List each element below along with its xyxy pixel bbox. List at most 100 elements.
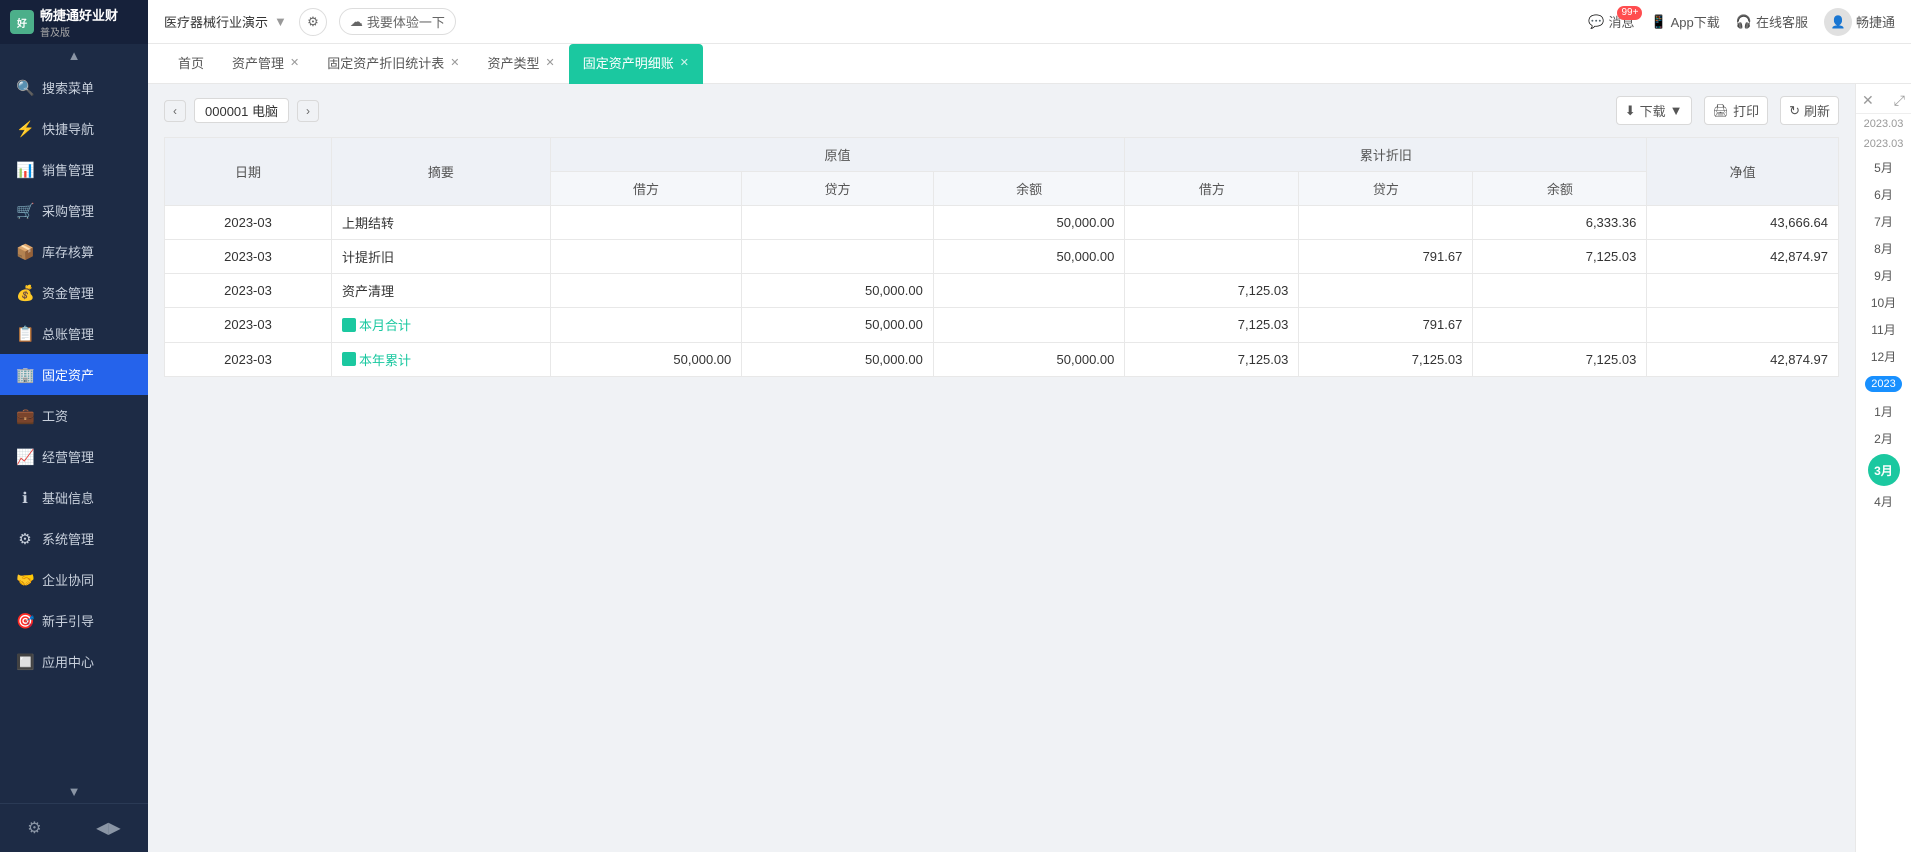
- timeline-early-months: 5月6月7月8月9月10月11月12月: [1856, 154, 1911, 370]
- experience-btn[interactable]: ☁ 我要体验一下: [339, 8, 456, 35]
- sidebar-item-collab[interactable]: 🤝 企业协同: [0, 559, 148, 600]
- sidebar-item-payroll[interactable]: 💼 工资: [0, 395, 148, 436]
- experience-label: 我要体验一下: [367, 12, 445, 31]
- sidebar-item-label: 系统管理: [42, 529, 94, 548]
- tab-asset-type-label: 资产类型: [487, 53, 539, 72]
- topbar-right: 💬 消息 99+ 📱 App下载 🎧 在线客服 👤 畅捷通: [1588, 8, 1895, 36]
- timeline-month[interactable]: 9月: [1856, 262, 1911, 289]
- tab-close-icon[interactable]: ✕: [290, 56, 299, 69]
- table-row: 2023-03 本月合计 50,000.00 7,125.03 791.67: [165, 308, 1839, 343]
- operations-icon: 📈: [16, 448, 34, 466]
- refresh-label: 刷新: [1804, 101, 1830, 120]
- tab-depreciation-stat[interactable]: 固定资产折旧统计表 ✕: [313, 44, 473, 84]
- sidebar-item-operations[interactable]: 📈 经营管理: [0, 436, 148, 477]
- sidebar-footer: ⚙ ◀▶: [0, 803, 148, 852]
- cell-net-value: [1647, 308, 1839, 343]
- app-download-btn[interactable]: 📱 App下载: [1650, 12, 1719, 31]
- timeline-month[interactable]: 2月: [1856, 425, 1911, 452]
- sidebar-item-sales[interactable]: 📊 销售管理: [0, 149, 148, 190]
- user-profile-btn[interactable]: 👤 畅捷通: [1824, 8, 1895, 36]
- tab-close-icon[interactable]: ✕: [450, 56, 459, 69]
- topbar-settings-btn[interactable]: ⚙: [299, 8, 327, 36]
- sidebar-scroll-up[interactable]: ▲: [0, 44, 148, 67]
- cell-ad-credit: 791.67: [1299, 240, 1473, 274]
- timeline-month[interactable]: 5月: [1856, 154, 1911, 181]
- print-btn[interactable]: 🖨 打印: [1704, 96, 1769, 125]
- tab-asset-type[interactable]: 资产类型 ✕: [473, 44, 568, 84]
- timeline-month[interactable]: 10月: [1856, 289, 1911, 316]
- cloud-icon: ☁: [350, 14, 363, 30]
- col-accumulated-depreciation: 累计折旧: [1125, 138, 1647, 172]
- timeline-month[interactable]: 6月: [1856, 181, 1911, 208]
- sidebar-item-fixed-assets[interactable]: 🏢 固定资产: [0, 354, 148, 395]
- tab-home[interactable]: 首页: [164, 44, 218, 84]
- settings-footer-btn[interactable]: ⚙: [21, 812, 47, 844]
- guide-icon: 🎯: [16, 612, 34, 630]
- timeline-month[interactable]: 4月: [1856, 488, 1911, 515]
- sidebar-item-basic-info[interactable]: ℹ 基础信息: [0, 477, 148, 518]
- asset-next-btn[interactable]: ›: [297, 100, 319, 122]
- download-btn[interactable]: ⬇ 下载 ▼: [1616, 96, 1692, 125]
- company-selector[interactable]: 医疗器械行业演示 ▼: [164, 12, 287, 31]
- asset-detail-content: ‹ 000001 电脑 › ⬇ 下载 ▼ 🖨 打印 ↻ 刷新: [148, 84, 1855, 852]
- timeline-late-months: 1月2月3月4月: [1856, 398, 1911, 515]
- sidebar-item-app-center[interactable]: 🔲 应用中心: [0, 641, 148, 682]
- tab-asset-management[interactable]: 资产管理 ✕: [218, 44, 313, 84]
- sidebar-item-system[interactable]: ⚙ 系统管理: [0, 518, 148, 559]
- refresh-icon: ↻: [1789, 103, 1800, 119]
- cell-ov-debit: [550, 308, 742, 343]
- tab-asset-management-label: 资产管理: [232, 53, 284, 72]
- timeline-month[interactable]: 12月: [1856, 343, 1911, 370]
- panel-expand-icon[interactable]: ⤢: [1894, 92, 1905, 109]
- sidebar-item-search[interactable]: 🔍 搜索菜单: [0, 67, 148, 108]
- col-ad-balance: 余额: [1473, 172, 1647, 206]
- asset-code: 000001 电脑: [194, 98, 289, 123]
- col-net-value: 净值: [1647, 138, 1839, 206]
- timeline-month[interactable]: 1月: [1856, 398, 1911, 425]
- timeline-month[interactable]: 7月: [1856, 208, 1911, 235]
- col-ov-credit: 贷方: [742, 172, 934, 206]
- asset-prev-btn[interactable]: ‹: [164, 100, 186, 122]
- cell-ov-balance: [933, 308, 1125, 343]
- sidebar-item-purchase[interactable]: 🛒 采购管理: [0, 190, 148, 231]
- cell-ov-balance: 50,000.00: [933, 206, 1125, 240]
- username: 畅捷通: [1856, 12, 1895, 31]
- service-icon: 🎧: [1736, 14, 1752, 30]
- company-name: 医疗器械行业演示: [164, 12, 268, 31]
- sidebar-item-finance[interactable]: 💰 资金管理: [0, 272, 148, 313]
- customer-service-btn[interactable]: 🎧 在线客服: [1736, 12, 1808, 31]
- collapse-footer-btn[interactable]: ◀▶: [90, 812, 127, 844]
- sidebar-item-label: 资金管理: [42, 283, 94, 302]
- col-original-value: 原值: [550, 138, 1125, 172]
- payroll-icon: 💼: [16, 407, 34, 425]
- table-row: 2023-03 上期结转 50,000.00 6,333.36 43,666.6…: [165, 206, 1839, 240]
- panel-close-icon[interactable]: ✕: [1862, 92, 1874, 109]
- sidebar-item-inventory[interactable]: 📦 库存核算: [0, 231, 148, 272]
- sidebar-item-guide[interactable]: 🎯 新手引导: [0, 600, 148, 641]
- tab-close-icon[interactable]: ✕: [546, 56, 555, 69]
- logo-icon: 好: [10, 10, 34, 34]
- tab-asset-detail[interactable]: 固定资产明细账 ✕: [569, 44, 703, 84]
- subtotal-tag: 本年累计: [342, 350, 411, 369]
- asset-nav: ‹ 000001 电脑 › ⬇ 下载 ▼ 🖨 打印 ↻ 刷新: [164, 96, 1839, 125]
- purchase-icon: 🛒: [16, 202, 34, 220]
- cell-summary: 上期结转: [331, 206, 550, 240]
- cell-ov-credit: 50,000.00: [742, 274, 934, 308]
- cell-date: 2023-03: [165, 342, 332, 377]
- sidebar-item-quicknav[interactable]: ⚡ 快捷导航: [0, 108, 148, 149]
- sidebar-item-label: 企业协同: [42, 570, 94, 589]
- download-icon: 📱: [1650, 14, 1666, 30]
- timeline-month[interactable]: 3月: [1868, 454, 1900, 486]
- asset-actions: ⬇ 下载 ▼ 🖨 打印 ↻ 刷新: [1616, 96, 1839, 125]
- tab-close-icon[interactable]: ✕: [680, 56, 689, 69]
- right-panel-header: ✕ ⤢: [1856, 88, 1911, 114]
- timeline-year-2023[interactable]: 2023: [1865, 376, 1901, 392]
- sidebar-item-ledger[interactable]: 📋 总账管理: [0, 313, 148, 354]
- sidebar-scroll-down[interactable]: ▼: [0, 780, 148, 803]
- timeline-month[interactable]: 8月: [1856, 235, 1911, 262]
- refresh-btn[interactable]: ↻ 刷新: [1780, 96, 1839, 125]
- sidebar-item-label: 基础信息: [42, 488, 94, 507]
- app-download-label: App下载: [1671, 12, 1720, 31]
- timeline-month[interactable]: 11月: [1856, 316, 1911, 343]
- message-btn[interactable]: 💬 消息 99+: [1588, 12, 1634, 31]
